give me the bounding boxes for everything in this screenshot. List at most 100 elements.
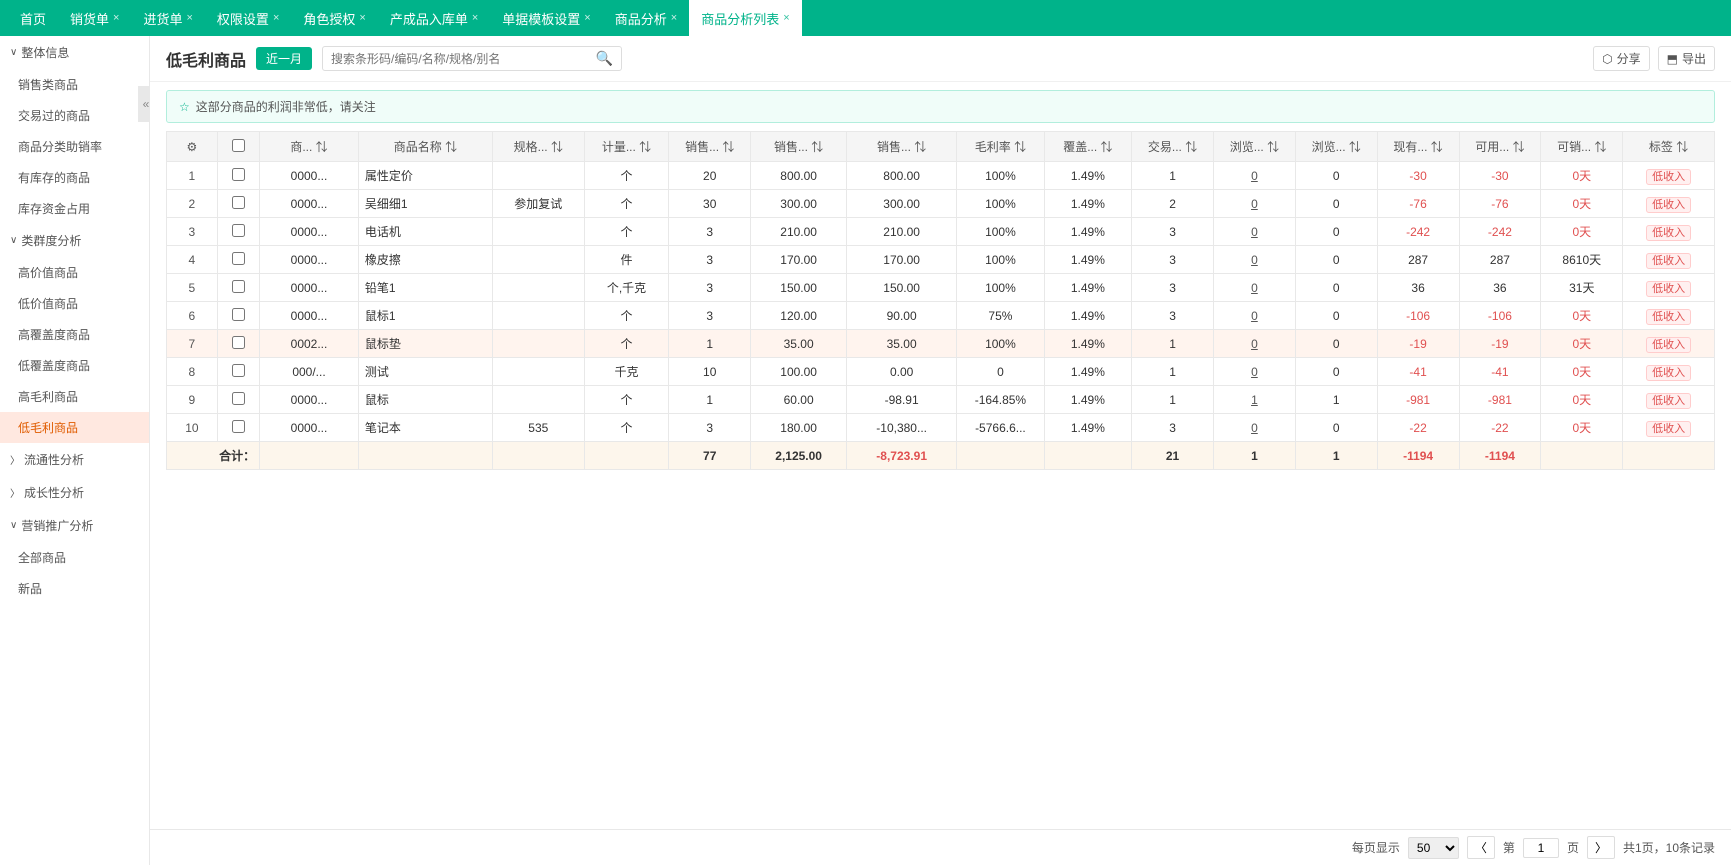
col-code[interactable]: 商... ⇅	[260, 132, 359, 162]
row-view1[interactable]: 0	[1213, 274, 1295, 302]
row-view1[interactable]: 0	[1213, 330, 1295, 358]
close-icon[interactable]: ×	[113, 12, 119, 24]
col-coverage[interactable]: 覆盖... ⇅	[1044, 132, 1131, 162]
row-view2: 0	[1295, 162, 1377, 190]
nav-home[interactable]: 首页	[8, 0, 58, 36]
col-checkbox[interactable]	[217, 132, 259, 162]
row-checkbox[interactable]	[232, 168, 245, 181]
col-gross-rate[interactable]: 毛利率 ⇅	[957, 132, 1044, 162]
per-page-select[interactable]: 50 100 200	[1408, 837, 1459, 859]
row-checkbox[interactable]	[232, 252, 245, 265]
sidebar-section-circulation[interactable]: 〉 流通性分析	[0, 443, 149, 476]
sidebar-section-overall[interactable]: ∨ 整体信息	[0, 36, 149, 69]
close-icon[interactable]: ×	[783, 12, 789, 24]
row-checkbox[interactable]	[232, 196, 245, 209]
col-current[interactable]: 现有... ⇅	[1377, 132, 1459, 162]
close-icon[interactable]: ×	[273, 12, 279, 24]
prev-page-button[interactable]: 〈	[1467, 836, 1495, 859]
col-unit[interactable]: 计量... ⇅	[584, 132, 669, 162]
sidebar-item-all-goods[interactable]: 全部商品	[0, 542, 149, 573]
nav-sales-order[interactable]: 销货单 ×	[58, 0, 131, 36]
sidebar-item-high-coverage[interactable]: 高覆盖度商品	[0, 319, 149, 350]
row-checkbox-cell[interactable]	[217, 330, 259, 358]
col-transaction[interactable]: 交易... ⇅	[1132, 132, 1214, 162]
col-tag[interactable]: 标签 ⇅	[1623, 132, 1715, 162]
row-checkbox-cell[interactable]	[217, 162, 259, 190]
close-icon[interactable]: ×	[584, 12, 590, 24]
col-sales-qty[interactable]: 销售... ⇅	[669, 132, 751, 162]
sidebar-item-low-coverage[interactable]: 低覆盖度商品	[0, 350, 149, 381]
sidebar-item-sales-goods[interactable]: 销售类商品	[0, 69, 149, 100]
select-all-checkbox[interactable]	[232, 139, 245, 152]
date-filter-button[interactable]: 近一月	[256, 47, 312, 70]
close-icon[interactable]: ×	[186, 12, 192, 24]
nav-purchase-order[interactable]: 进货单 ×	[131, 0, 204, 36]
sidebar-section-growth[interactable]: 〉 成长性分析	[0, 476, 149, 509]
row-view1[interactable]: 1	[1213, 386, 1295, 414]
col-available[interactable]: 可用... ⇅	[1459, 132, 1541, 162]
col-view1[interactable]: 浏览... ⇅	[1213, 132, 1295, 162]
sidebar-item-category-rate[interactable]: 商品分类助销率	[0, 131, 149, 162]
nav-product-entry[interactable]: 产成品入库单 ×	[378, 0, 490, 36]
row-view1[interactable]: 0	[1213, 358, 1295, 386]
row-view1[interactable]: 0	[1213, 162, 1295, 190]
nav-permissions[interactable]: 权限设置 ×	[205, 0, 291, 36]
col-settings[interactable]: ⚙	[167, 132, 218, 162]
sidebar-item-high-margin[interactable]: 高毛利商品	[0, 381, 149, 412]
sidebar-section-cluster[interactable]: ∨ 类群度分析	[0, 224, 149, 257]
row-checkbox-cell[interactable]	[217, 386, 259, 414]
sidebar-item-low-value[interactable]: 低价值商品	[0, 288, 149, 319]
share-button[interactable]: ⬡ 分享	[1593, 46, 1650, 71]
row-view1[interactable]: 0	[1213, 218, 1295, 246]
row-checkbox[interactable]	[232, 336, 245, 349]
next-page-button[interactable]: 〉	[1587, 836, 1615, 859]
row-checkbox-cell[interactable]	[217, 358, 259, 386]
nav-product-analysis[interactable]: 商品分析 ×	[603, 0, 689, 36]
sidebar-item-high-value[interactable]: 高价值商品	[0, 257, 149, 288]
row-view1[interactable]: 0	[1213, 414, 1295, 442]
close-icon[interactable]: ×	[359, 12, 365, 24]
row-checkbox-cell[interactable]	[217, 274, 259, 302]
row-transaction: 1	[1132, 386, 1214, 414]
sidebar-item-stocked-goods[interactable]: 有库存的商品	[0, 162, 149, 193]
row-checkbox[interactable]	[232, 420, 245, 433]
sidebar-collapse-button[interactable]: «	[138, 86, 150, 122]
row-checkbox[interactable]	[232, 280, 245, 293]
row-checkbox-cell[interactable]	[217, 414, 259, 442]
main-content: 低毛利商品 近一月 🔍 ⬡ 分享 ⬒ 导出 ☆ 这部分商品的利润非常低，请关注	[150, 36, 1731, 865]
sidebar-section-marketing[interactable]: ∨ 营销推广分析	[0, 509, 149, 542]
nav-template-settings[interactable]: 单据模板设置 ×	[490, 0, 602, 36]
row-name: 测试	[358, 358, 492, 386]
row-checkbox[interactable]	[232, 224, 245, 237]
col-saleable[interactable]: 可销... ⇅	[1541, 132, 1623, 162]
sidebar-item-low-margin[interactable]: 低毛利商品	[0, 412, 149, 443]
col-sales-amount[interactable]: 销售... ⇅	[847, 132, 957, 162]
row-num: 5	[167, 274, 218, 302]
col-name[interactable]: 商品名称 ⇅	[358, 132, 492, 162]
row-view1[interactable]: 0	[1213, 246, 1295, 274]
nav-product-analysis-list[interactable]: 商品分析列表 ×	[689, 0, 801, 36]
row-view1[interactable]: 0	[1213, 302, 1295, 330]
row-checkbox-cell[interactable]	[217, 190, 259, 218]
row-checkbox-cell[interactable]	[217, 302, 259, 330]
row-checkbox[interactable]	[232, 308, 245, 321]
sidebar-item-traded-goods[interactable]: 交易过的商品	[0, 100, 149, 131]
col-view2[interactable]: 浏览... ⇅	[1295, 132, 1377, 162]
row-checkbox[interactable]	[232, 364, 245, 377]
search-input[interactable]	[331, 52, 596, 66]
col-sales-price[interactable]: 销售... ⇅	[751, 132, 847, 162]
page-number-input[interactable]	[1523, 838, 1559, 858]
export-button[interactable]: ⬒ 导出	[1658, 46, 1715, 71]
sidebar-item-new-goods[interactable]: 新品	[0, 573, 149, 604]
sidebar-item-stock-funds[interactable]: 库存资金占用	[0, 193, 149, 224]
row-checkbox[interactable]	[232, 392, 245, 405]
row-view1[interactable]: 0	[1213, 190, 1295, 218]
row-checkbox-cell[interactable]	[217, 218, 259, 246]
col-spec[interactable]: 规格... ⇅	[492, 132, 584, 162]
nav-role-auth[interactable]: 角色授权 ×	[291, 0, 377, 36]
close-icon[interactable]: ×	[472, 12, 478, 24]
row-checkbox-cell[interactable]	[217, 246, 259, 274]
row-transaction: 3	[1132, 302, 1214, 330]
chevron-right-icon: 〉	[10, 485, 20, 500]
close-icon[interactable]: ×	[671, 12, 677, 24]
